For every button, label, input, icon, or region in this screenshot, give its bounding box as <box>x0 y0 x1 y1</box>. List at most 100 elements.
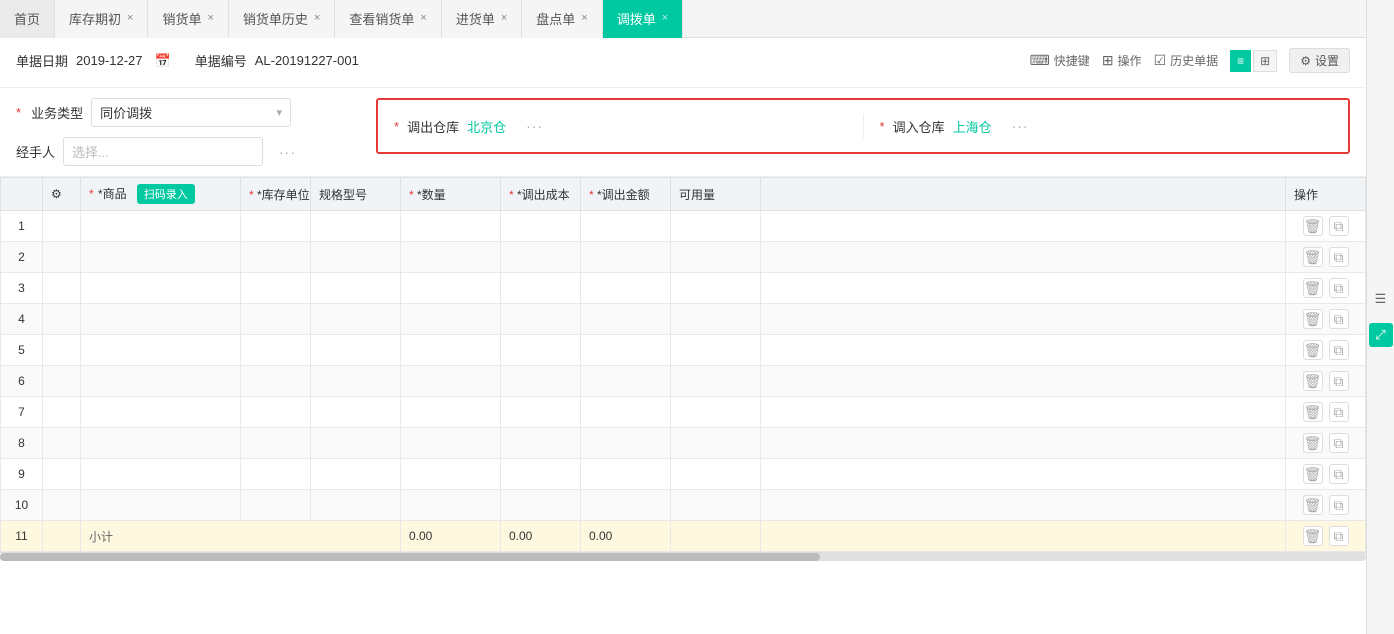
row-spec-2[interactable] <box>311 242 401 273</box>
tab-inventory-init[interactable]: 库存期初 × <box>55 0 148 38</box>
row-copy-btn-6[interactable]: ⧉ <box>1329 371 1349 391</box>
row-cost-5[interactable] <box>501 335 581 366</box>
in-warehouse-more-btn[interactable]: ··· <box>1012 118 1029 134</box>
date-value[interactable]: 2019-12-27 <box>76 53 143 68</box>
row-unit-7[interactable] <box>241 397 311 428</box>
row-delete-btn-3[interactable]: 🗑 <box>1303 278 1323 298</box>
row-spec-5[interactable] <box>311 335 401 366</box>
row-avail-8[interactable] <box>671 428 761 459</box>
row-product-9[interactable] <box>81 459 241 490</box>
business-type-select[interactable]: 同价调拨 ▾ <box>91 98 291 127</box>
row-unit-5[interactable] <box>241 335 311 366</box>
row-amount-1[interactable] <box>581 211 671 242</box>
row-unit-8[interactable] <box>241 428 311 459</box>
row-product-8[interactable] <box>81 428 241 459</box>
row-cost-3[interactable] <box>501 273 581 304</box>
row-qty-9[interactable] <box>401 459 501 490</box>
row-amount-9[interactable] <box>581 459 671 490</box>
row-avail-2[interactable] <box>671 242 761 273</box>
row-qty-10[interactable] <box>401 490 501 521</box>
row-unit-1[interactable] <box>241 211 311 242</box>
row-qty-2[interactable] <box>401 242 501 273</box>
subtotal-delete-btn[interactable]: 🗑 <box>1303 526 1323 546</box>
tab-stocktake-close[interactable]: × <box>581 13 587 24</box>
handler-select[interactable]: 选择... <box>63 137 263 166</box>
row-delete-btn-5[interactable]: 🗑 <box>1303 340 1323 360</box>
row-avail-3[interactable] <box>671 273 761 304</box>
shortcut-btn[interactable]: ⌨ 快捷键 <box>1030 52 1090 69</box>
row-cost-10[interactable] <box>501 490 581 521</box>
row-copy-btn-10[interactable]: ⧉ <box>1329 495 1349 515</box>
row-avail-10[interactable] <box>671 490 761 521</box>
row-product-4[interactable] <box>81 304 241 335</box>
col-header-settings[interactable]: ⚙ <box>43 178 81 211</box>
sidebar-expand-icon-btn[interactable]: ⤢ <box>1369 323 1393 347</box>
row-amount-5[interactable] <box>581 335 671 366</box>
row-unit-6[interactable] <box>241 366 311 397</box>
tab-stocktake[interactable]: 盘点单 × <box>522 0 602 38</box>
row-delete-btn-9[interactable]: 🗑 <box>1303 464 1323 484</box>
row-delete-btn-10[interactable]: 🗑 <box>1303 495 1323 515</box>
row-spec-3[interactable] <box>311 273 401 304</box>
history-btn[interactable]: ☑ 历史单据 <box>1154 52 1219 69</box>
row-amount-3[interactable] <box>581 273 671 304</box>
row-unit-10[interactable] <box>241 490 311 521</box>
handler-more-btn[interactable]: ··· <box>279 144 296 160</box>
row-amount-4[interactable] <box>581 304 671 335</box>
row-product-6[interactable] <box>81 366 241 397</box>
row-product-2[interactable] <box>81 242 241 273</box>
calendar-icon[interactable]: 📅 <box>155 53 171 69</box>
row-avail-6[interactable] <box>671 366 761 397</box>
row-copy-btn-9[interactable]: ⧉ <box>1329 464 1349 484</box>
row-qty-5[interactable] <box>401 335 501 366</box>
row-avail-5[interactable] <box>671 335 761 366</box>
row-copy-btn-4[interactable]: ⧉ <box>1329 309 1349 329</box>
row-copy-btn-1[interactable]: ⧉ <box>1329 216 1349 236</box>
row-qty-3[interactable] <box>401 273 501 304</box>
row-qty-6[interactable] <box>401 366 501 397</box>
row-copy-btn-2[interactable]: ⧉ <box>1329 247 1349 267</box>
row-spec-10[interactable] <box>311 490 401 521</box>
tab-purchase[interactable]: 进货单 × <box>442 0 522 38</box>
row-spec-1[interactable] <box>311 211 401 242</box>
sidebar-list-icon-btn[interactable]: ☰ <box>1369 287 1393 311</box>
row-unit-9[interactable] <box>241 459 311 490</box>
tab-sales-order-close[interactable]: × <box>207 13 213 24</box>
row-amount-7[interactable] <box>581 397 671 428</box>
row-unit-4[interactable] <box>241 304 311 335</box>
view-list-btn[interactable]: ≡ <box>1230 50 1251 72</box>
subtotal-copy-btn[interactable]: ⧉ <box>1329 526 1349 546</box>
horizontal-scrollbar[interactable] <box>0 552 1366 560</box>
row-product-7[interactable] <box>81 397 241 428</box>
row-spec-7[interactable] <box>311 397 401 428</box>
row-copy-btn-5[interactable]: ⧉ <box>1329 340 1349 360</box>
out-warehouse-value[interactable]: 北京仓 <box>467 117 506 136</box>
view-grid-btn[interactable]: ⊞ <box>1253 50 1277 72</box>
tab-transfer[interactable]: 调拨单 × <box>603 0 683 38</box>
row-spec-9[interactable] <box>311 459 401 490</box>
row-delete-btn-8[interactable]: 🗑 <box>1303 433 1323 453</box>
row-spec-4[interactable] <box>311 304 401 335</box>
tab-inventory-init-close[interactable]: × <box>127 13 133 24</box>
row-delete-btn-6[interactable]: 🗑 <box>1303 371 1323 391</box>
row-unit-3[interactable] <box>241 273 311 304</box>
tab-sales-history[interactable]: 销货单历史 × <box>229 0 335 38</box>
row-product-1[interactable] <box>81 211 241 242</box>
row-delete-btn-2[interactable]: 🗑 <box>1303 247 1323 267</box>
row-cost-7[interactable] <box>501 397 581 428</box>
out-warehouse-more-btn[interactable]: ··· <box>526 118 543 134</box>
row-product-3[interactable] <box>81 273 241 304</box>
row-amount-2[interactable] <box>581 242 671 273</box>
row-cost-6[interactable] <box>501 366 581 397</box>
in-warehouse-value[interactable]: 上海仓 <box>953 117 992 136</box>
tab-home[interactable]: 首页 <box>0 0 55 38</box>
row-copy-btn-3[interactable]: ⧉ <box>1329 278 1349 298</box>
row-avail-9[interactable] <box>671 459 761 490</box>
row-amount-6[interactable] <box>581 366 671 397</box>
tab-view-sales-close[interactable]: × <box>420 13 426 24</box>
row-qty-4[interactable] <box>401 304 501 335</box>
row-avail-1[interactable] <box>671 211 761 242</box>
row-product-5[interactable] <box>81 335 241 366</box>
row-copy-btn-7[interactable]: ⧉ <box>1329 402 1349 422</box>
row-delete-btn-7[interactable]: 🗑 <box>1303 402 1323 422</box>
